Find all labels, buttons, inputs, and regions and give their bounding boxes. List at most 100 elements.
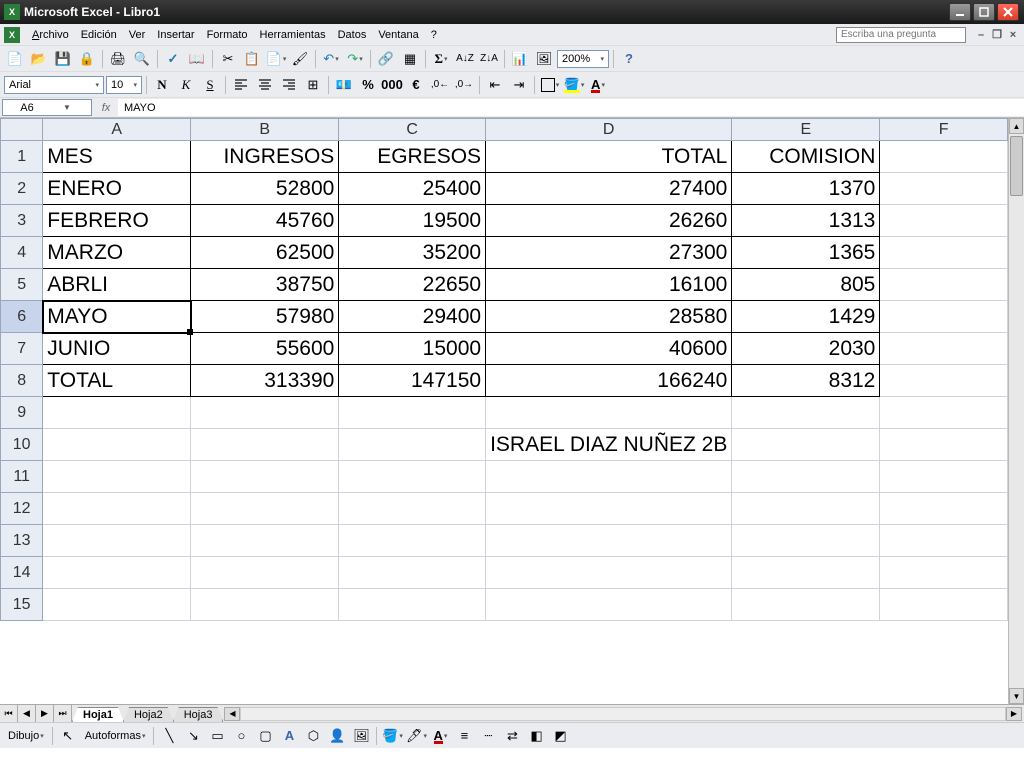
cell-B4[interactable]: 62500 xyxy=(191,237,339,269)
cell-E7[interactable]: 2030 xyxy=(732,333,880,365)
autosum-button[interactable]: Σ▾ xyxy=(430,48,452,70)
cell-B6[interactable]: 57980 xyxy=(191,301,339,333)
cell-C1[interactable]: EGRESOS xyxy=(339,141,486,173)
cell-A1[interactable]: MES xyxy=(43,141,191,173)
cell-F15[interactable] xyxy=(880,589,1008,621)
cell-D1[interactable]: TOTAL xyxy=(486,141,732,173)
menu-insert[interactable]: Insertar xyxy=(151,27,200,43)
cell-A5[interactable]: ABRLI xyxy=(43,269,191,301)
cell-F10[interactable] xyxy=(880,429,1008,461)
align-center-button[interactable] xyxy=(254,74,276,96)
row-header-8[interactable]: 8 xyxy=(1,365,43,397)
cell-B10[interactable] xyxy=(191,429,339,461)
cell-F6[interactable] xyxy=(880,301,1008,333)
hyperlink-button[interactable]: 🔗 xyxy=(375,48,397,70)
font-color-button[interactable]: A▾ xyxy=(587,74,609,96)
formula-input[interactable] xyxy=(118,99,1024,116)
row-header-7[interactable]: 7 xyxy=(1,333,43,365)
minimize-button[interactable] xyxy=(949,3,971,21)
doc-close-button[interactable]: × xyxy=(1006,28,1020,42)
cell-E12[interactable] xyxy=(732,493,880,525)
cell-D10[interactable]: ISRAEL DIAZ NUÑEZ 2B xyxy=(486,429,732,461)
cell-F9[interactable] xyxy=(880,397,1008,429)
cell-A8[interactable]: TOTAL xyxy=(43,365,191,397)
cell-B15[interactable] xyxy=(191,589,339,621)
hscroll-right[interactable]: ▶ xyxy=(1006,707,1022,721)
paste-button[interactable]: 📄▾ xyxy=(265,48,287,70)
col-header-F[interactable]: F xyxy=(880,119,1008,141)
increase-indent-button[interactable]: ⇥ xyxy=(508,74,530,96)
cell-F3[interactable] xyxy=(880,205,1008,237)
cell-F13[interactable] xyxy=(880,525,1008,557)
cell-B11[interactable] xyxy=(191,461,339,493)
cell-F11[interactable] xyxy=(880,461,1008,493)
comma-style-button[interactable]: 000 xyxy=(381,74,403,96)
sheet-tab-3[interactable]: Hoja3 xyxy=(173,707,224,722)
cell-E15[interactable] xyxy=(732,589,880,621)
cell-B5[interactable]: 38750 xyxy=(191,269,339,301)
bold-button[interactable]: N xyxy=(151,74,173,96)
cell-C7[interactable]: 15000 xyxy=(339,333,486,365)
cell-A10[interactable] xyxy=(43,429,191,461)
cell-E9[interactable] xyxy=(732,397,880,429)
cell-C9[interactable] xyxy=(339,397,486,429)
tab-nav-last[interactable]: ⏭ xyxy=(54,705,72,722)
decrease-decimal-button[interactable]: ,0→ xyxy=(453,74,475,96)
doc-restore-button[interactable]: ❐ xyxy=(990,28,1004,42)
spelling-button[interactable]: ✓ xyxy=(162,48,184,70)
increase-decimal-button[interactable]: ,0← xyxy=(429,74,451,96)
cell-E2[interactable]: 1370 xyxy=(732,173,880,205)
sort-asc-button[interactable]: A↓Z xyxy=(454,48,476,70)
copy-button[interactable]: 📋 xyxy=(241,48,263,70)
cell-A9[interactable] xyxy=(43,397,191,429)
line-style-draw[interactable]: ≡ xyxy=(453,725,475,747)
arrow-tool[interactable]: ↘ xyxy=(182,725,204,747)
fill-handle[interactable] xyxy=(187,329,193,335)
menu-view[interactable]: Ver xyxy=(123,27,152,43)
cell-C2[interactable]: 25400 xyxy=(339,173,486,205)
wordart-tool[interactable]: A xyxy=(278,725,300,747)
redo-button[interactable]: ↷▾ xyxy=(344,48,366,70)
cell-D14[interactable] xyxy=(486,557,732,589)
menu-tools[interactable]: Herramientas xyxy=(254,27,332,43)
cell-E6[interactable]: 1429 xyxy=(732,301,880,333)
close-button[interactable] xyxy=(997,3,1019,21)
name-box[interactable]: A6▼ xyxy=(2,99,92,116)
col-header-C[interactable]: C xyxy=(339,119,486,141)
scroll-thumb[interactable] xyxy=(1010,136,1023,196)
merge-center-button[interactable]: ⊞ xyxy=(302,74,324,96)
fx-icon[interactable]: fx xyxy=(94,98,118,117)
oval-tool[interactable]: ○ xyxy=(230,725,252,747)
worksheet-grid[interactable]: A B C D E F 1MESINGRESOSEGRESOSTOTALCOMI… xyxy=(0,118,1008,621)
cell-D6[interactable]: 28580 xyxy=(486,301,732,333)
cell-E11[interactable] xyxy=(732,461,880,493)
cell-B14[interactable] xyxy=(191,557,339,589)
row-header-9[interactable]: 9 xyxy=(1,397,43,429)
ask-question-input[interactable] xyxy=(836,27,966,43)
select-objects-button[interactable]: ↖ xyxy=(57,725,79,747)
cell-A6[interactable]: MAYO xyxy=(43,301,191,333)
cell-A14[interactable] xyxy=(43,557,191,589)
borders-button[interactable]: ▾ xyxy=(539,74,561,96)
zoom-select[interactable]: 200%▾ xyxy=(557,50,609,68)
save-button[interactable]: 💾 xyxy=(52,48,74,70)
cell-B13[interactable] xyxy=(191,525,339,557)
row-header-6[interactable]: 6 xyxy=(1,301,43,333)
cell-E1[interactable]: COMISION xyxy=(732,141,880,173)
font-name-select[interactable]: Arial▾ xyxy=(4,76,104,94)
cell-F7[interactable] xyxy=(880,333,1008,365)
cell-D9[interactable] xyxy=(486,397,732,429)
row-header-10[interactable]: 10 xyxy=(1,429,43,461)
print-preview-button[interactable]: 🔍 xyxy=(131,48,153,70)
cell-D8[interactable]: 166240 xyxy=(486,365,732,397)
doc-minimize-button[interactable]: – xyxy=(974,28,988,42)
italic-button[interactable]: K xyxy=(175,74,197,96)
textbox-tool[interactable]: ▢ xyxy=(254,725,276,747)
row-header-4[interactable]: 4 xyxy=(1,237,43,269)
align-left-button[interactable] xyxy=(230,74,252,96)
draw-menu[interactable]: Dibujo▾ xyxy=(4,730,48,742)
cell-E10[interactable] xyxy=(732,429,880,461)
dash-style-draw[interactable]: ┈ xyxy=(477,725,499,747)
sort-desc-button[interactable]: Z↓A xyxy=(478,48,500,70)
autoshapes-menu[interactable]: Autoformas▾ xyxy=(81,730,150,742)
